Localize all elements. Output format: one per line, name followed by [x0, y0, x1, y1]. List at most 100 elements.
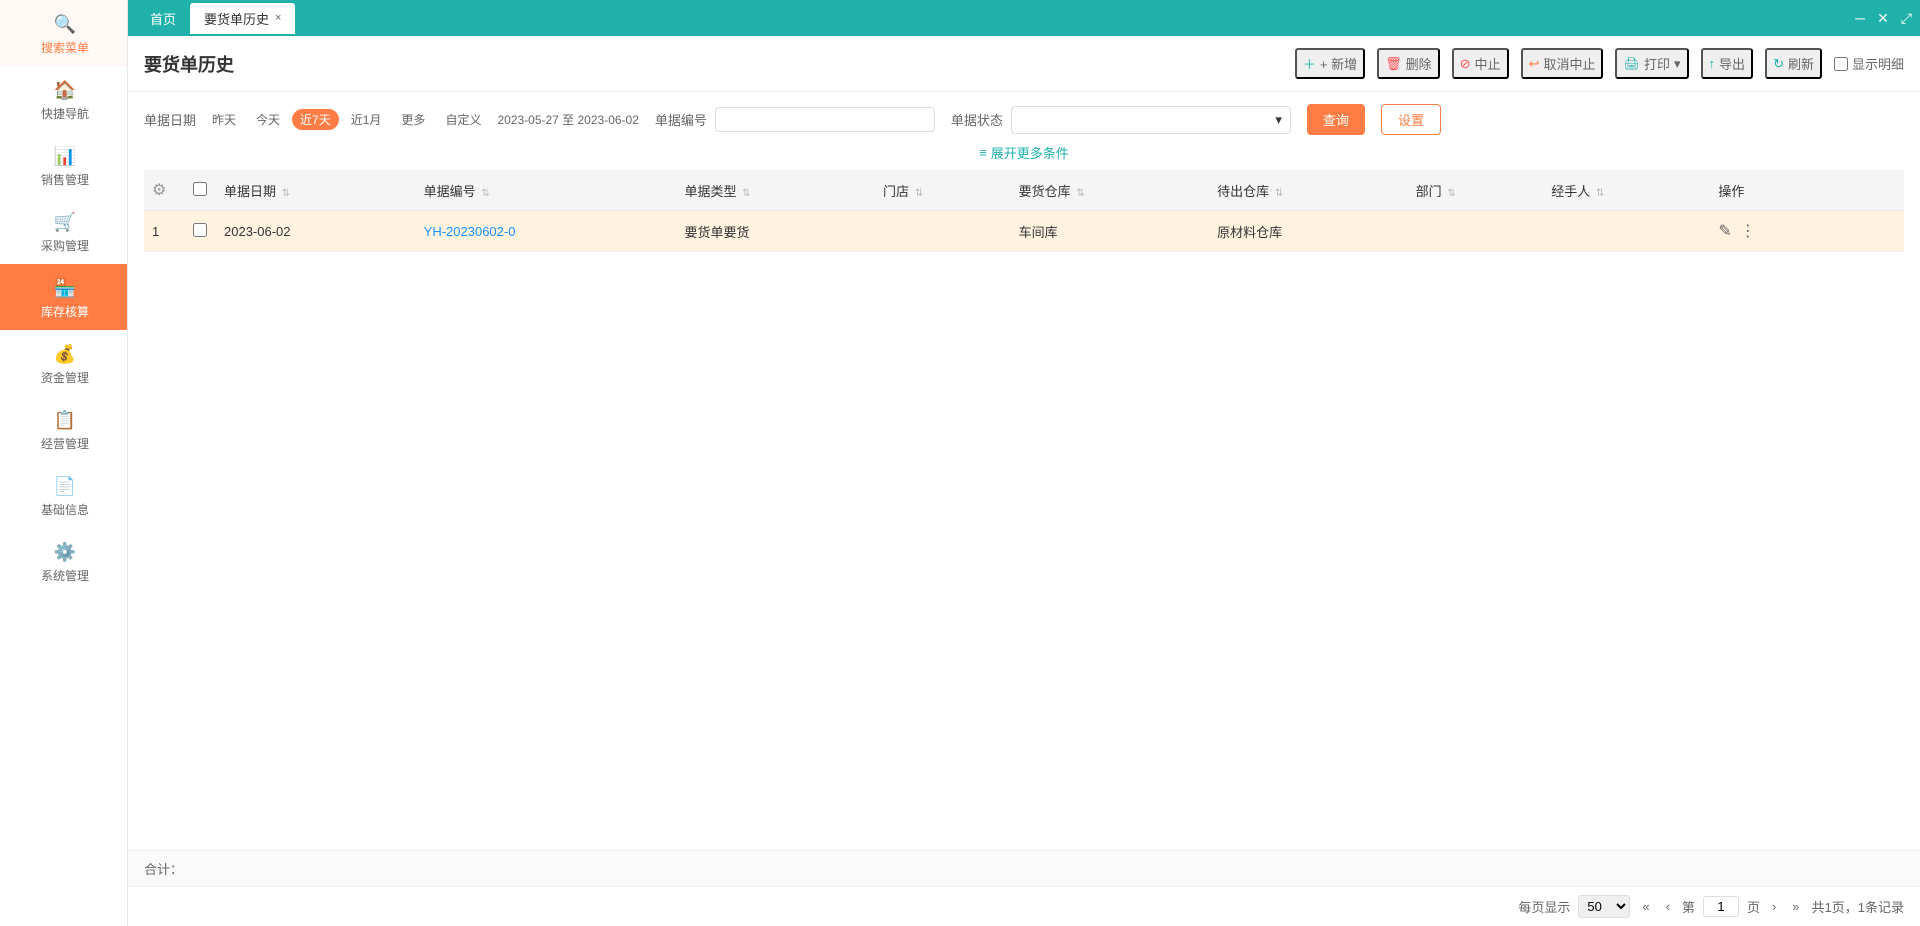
- query-button[interactable]: 查询: [1307, 104, 1365, 135]
- bill-no-input[interactable]: [715, 107, 935, 132]
- stop-icon: ⊘: [1460, 56, 1471, 72]
- date-btn-more[interactable]: 更多: [393, 109, 433, 130]
- row-checkbox[interactable]: [193, 223, 207, 237]
- refresh-icon: ↻: [1773, 56, 1784, 72]
- department-sort-icon[interactable]: ⇅: [1447, 188, 1455, 199]
- prev-page-btn[interactable]: ‹: [1662, 897, 1674, 916]
- window-close-icon[interactable]: ✕: [1877, 10, 1889, 27]
- sidebar-item-quick-nav[interactable]: 🏠 快捷导航: [0, 66, 127, 132]
- tab-active[interactable]: 要货单历史 ×: [190, 3, 295, 34]
- action-icons-group: ✎ ⋮: [1718, 221, 1896, 241]
- sidebar-item-operations[interactable]: 📋 经营管理: [0, 396, 127, 462]
- sidebar-item-basic-info[interactable]: 📄 基础信息: [0, 462, 127, 528]
- last-page-btn[interactable]: »: [1788, 897, 1803, 916]
- req-warehouse-sort-icon[interactable]: ⇅: [1076, 188, 1084, 199]
- tab-home[interactable]: 首页: [136, 3, 190, 34]
- date-btn-7days[interactable]: 近7天: [292, 109, 339, 130]
- delete-button[interactable]: 🗑 删除: [1377, 48, 1440, 79]
- tab-close-icon[interactable]: ×: [275, 12, 281, 24]
- bill-status-select[interactable]: ▾: [1011, 106, 1291, 134]
- purchase-icon: 🛒: [54, 212, 76, 233]
- bill-type-sort-icon[interactable]: ⇅: [742, 188, 750, 199]
- page-input[interactable]: [1703, 896, 1739, 917]
- sidebar-item-inventory[interactable]: 🏪 库存核算: [0, 264, 127, 330]
- window-expand-icon[interactable]: ⤢: [1901, 10, 1912, 27]
- new-icon: ＋: [1303, 54, 1316, 73]
- expand-label: 展开更多条件: [991, 143, 1069, 162]
- sidebar-item-finance[interactable]: 💰 资金管理: [0, 330, 127, 396]
- bill-status-label: 单据状态: [951, 110, 1003, 129]
- display-detail-checkbox[interactable]: [1834, 57, 1848, 71]
- print-label: 打印: [1644, 54, 1670, 73]
- refresh-button[interactable]: ↻ 刷新: [1765, 48, 1822, 79]
- bill-status-filter-group: 单据状态 ▾: [951, 106, 1291, 134]
- export-button[interactable]: ↑ 导出: [1701, 48, 1754, 79]
- sidebar-item-system[interactable]: ⚙️ 系统管理: [0, 528, 127, 594]
- row-department: [1408, 211, 1544, 252]
- bill-no-sort-icon[interactable]: ⇅: [481, 188, 489, 199]
- search-menu-icon: 🔍: [54, 14, 76, 35]
- sidebar-item-search-menu[interactable]: 🔍 搜索菜单: [0, 0, 127, 66]
- new-button[interactable]: ＋ + 新增: [1295, 48, 1365, 79]
- table-settings-icon[interactable]: ⚙: [152, 182, 166, 199]
- date-btn-1month[interactable]: 近1月: [343, 109, 390, 130]
- expand-more-conditions[interactable]: ≡ 展开更多条件: [144, 143, 1904, 162]
- page-title: 要货单历史: [144, 51, 234, 77]
- data-table: ⚙ 单据日期 ⇅ 单据编号 ⇅: [144, 170, 1904, 252]
- print-button[interactable]: 🖨 打印 ▾: [1615, 48, 1688, 79]
- table-footer: 合计：: [128, 850, 1920, 886]
- sidebar-item-purchase[interactable]: 🛒 采购管理: [0, 198, 127, 264]
- per-page-label: 每页显示: [1518, 897, 1570, 916]
- export-icon: ↑: [1709, 56, 1716, 71]
- date-btn-today[interactable]: 今天: [248, 109, 288, 130]
- date-filter-buttons: 昨天 今天 近7天 近1月 更多 自定义: [204, 109, 489, 130]
- bill-no-link[interactable]: YH-20230602-0: [424, 224, 516, 239]
- row-index: 1: [144, 211, 184, 252]
- date-btn-custom[interactable]: 自定义: [437, 109, 489, 130]
- col-bill-type: 单据类型 ⇅: [677, 170, 876, 211]
- quick-nav-icon: 🏠: [54, 80, 76, 101]
- date-btn-yesterday[interactable]: 昨天: [204, 109, 244, 130]
- tab-active-label: 要货单历史: [204, 9, 269, 28]
- delete-label: 删除: [1406, 54, 1432, 73]
- select-all-checkbox[interactable]: [193, 182, 207, 196]
- cancel-stop-label: 取消中止: [1543, 54, 1595, 73]
- sidebar-item-label: 基础信息: [41, 501, 89, 518]
- export-label: 导出: [1719, 54, 1745, 73]
- main-content: 首页 要货单历史 × ─ ✕ ⤢ 要货单历史 ＋ + 新增 🗑 删除: [128, 0, 1920, 926]
- col-pending-warehouse: 待出仓库 ⇅: [1209, 170, 1408, 211]
- sidebar-item-label: 系统管理: [41, 567, 89, 584]
- pending-warehouse-sort-icon[interactable]: ⇅: [1275, 188, 1283, 199]
- page-label: 第: [1682, 897, 1695, 916]
- sidebar-item-label: 销售管理: [41, 171, 89, 188]
- first-page-btn[interactable]: «: [1638, 897, 1653, 916]
- col-settings: ⚙: [144, 170, 184, 211]
- display-detail-toggle[interactable]: 显示明细: [1834, 54, 1904, 73]
- cancel-stop-button[interactable]: ↩ 取消中止: [1521, 48, 1604, 79]
- status-dropdown-icon: ▾: [1275, 112, 1282, 128]
- next-page-btn[interactable]: ›: [1768, 897, 1780, 916]
- row-more-icon[interactable]: ⋮: [1740, 221, 1756, 241]
- print-dropdown-icon: ▾: [1674, 56, 1681, 72]
- basic-info-icon: 📄: [54, 476, 76, 497]
- inventory-icon: 🏪: [54, 278, 76, 299]
- stop-button[interactable]: ⊘ 中止: [1452, 48, 1509, 79]
- store-sort-icon[interactable]: ⇅: [915, 188, 923, 199]
- system-icon: ⚙️: [54, 542, 76, 563]
- col-bill-date: 单据日期 ⇅: [216, 170, 416, 211]
- settings-button[interactable]: 设置: [1381, 104, 1441, 135]
- bill-date-sort-icon[interactable]: ⇅: [282, 188, 290, 199]
- table-container: ⚙ 单据日期 ⇅ 单据编号 ⇅: [128, 170, 1920, 850]
- handler-sort-icon[interactable]: ⇅: [1596, 188, 1604, 199]
- row-checkbox-cell: [184, 211, 216, 252]
- row-edit-icon[interactable]: ✎: [1718, 221, 1731, 241]
- col-actions: 操作: [1710, 170, 1904, 211]
- sidebar-item-sales[interactable]: 📊 销售管理: [0, 132, 127, 198]
- window-minimize-icon[interactable]: ─: [1855, 10, 1865, 26]
- sidebar-item-label: 搜索菜单: [41, 39, 89, 56]
- new-label: + 新增: [1320, 54, 1357, 73]
- row-store: [875, 211, 1011, 252]
- finance-icon: 💰: [54, 344, 76, 365]
- date-filter-label: 单据日期: [144, 110, 196, 129]
- page-size-select[interactable]: 50 100 200: [1578, 895, 1630, 918]
